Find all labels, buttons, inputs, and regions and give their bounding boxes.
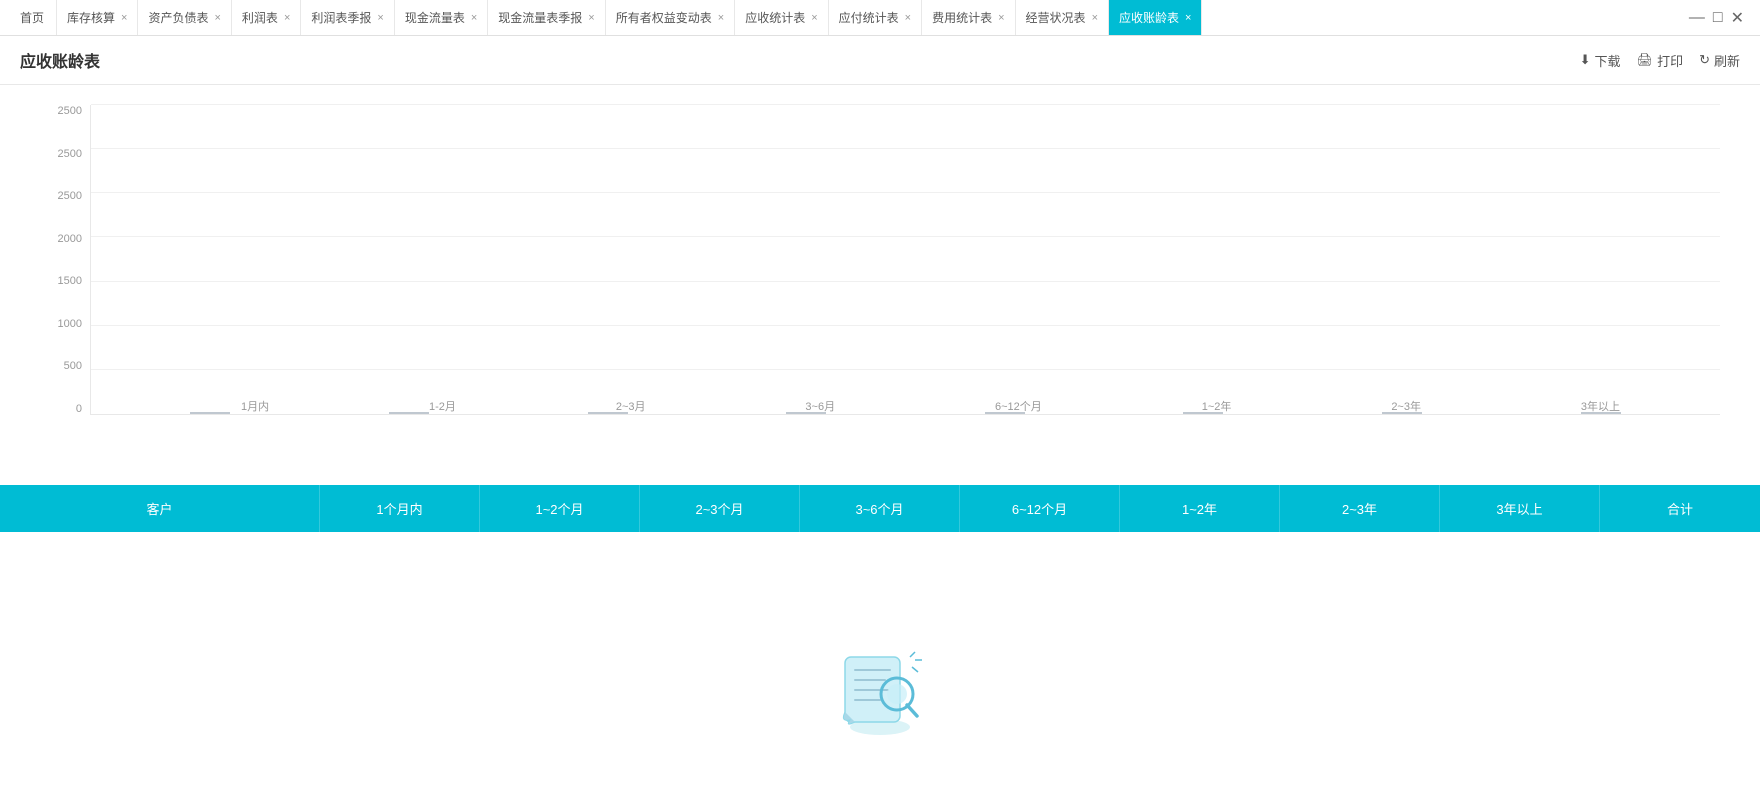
tab-cashflow-quarterly-close[interactable]: × bbox=[588, 12, 594, 24]
empty-state bbox=[0, 532, 1760, 802]
table-header: 客户 1个月内 1~2个月 2~3个月 3~6个月 6~12个月 1~2年 2~… bbox=[0, 485, 1760, 532]
tab-profit-quarterly-close[interactable]: × bbox=[377, 12, 383, 24]
tab-ar-aging-label: 应收账龄表 bbox=[1119, 9, 1179, 26]
window-actions: — □ ✕ bbox=[1689, 8, 1752, 28]
x-label-4: 3~6月 bbox=[805, 398, 835, 414]
tab-equity-label: 所有者权益变动表 bbox=[616, 9, 712, 26]
tab-cashflow-close[interactable]: × bbox=[471, 12, 477, 24]
y-axis: 0 500 1000 1500 2000 2500 2500 2500 bbox=[40, 105, 90, 415]
refresh-icon: ↻ bbox=[1699, 52, 1710, 68]
x-label-6: 1~2年 bbox=[1202, 398, 1232, 414]
x-axis: 1月内 1-2月 2~3月 3~6月 6~12个月 1~2年 2~3年 3年以上 bbox=[141, 398, 1720, 414]
tab-ar-aging-close[interactable]: × bbox=[1185, 12, 1191, 24]
col-2-3year: 2~3年 bbox=[1280, 485, 1440, 532]
col-6-12month: 6~12个月 bbox=[960, 485, 1120, 532]
x-label-2: 1-2月 bbox=[429, 398, 456, 414]
tab-ap-stats-close[interactable]: × bbox=[905, 12, 911, 24]
tab-operations-close[interactable]: × bbox=[1092, 12, 1098, 24]
tab-balance-close[interactable]: × bbox=[214, 12, 220, 24]
chart-container: 0 500 1000 1500 2000 2500 2500 2500 bbox=[40, 105, 1720, 445]
tab-expense-close[interactable]: × bbox=[998, 12, 1004, 24]
tab-expense-label: 费用统计表 bbox=[932, 9, 992, 26]
tab-ar-aging[interactable]: 应收账龄表 × bbox=[1109, 0, 1202, 36]
tab-equity[interactable]: 所有者权益变动表 × bbox=[606, 0, 735, 36]
tab-operations-label: 经营状况表 bbox=[1026, 9, 1086, 26]
tab-ar-stats-close[interactable]: × bbox=[811, 12, 817, 24]
col-3year-plus: 3年以上 bbox=[1440, 485, 1600, 532]
y-label-500: 500 bbox=[64, 360, 82, 372]
chart-plot: 1月内 1-2月 2~3月 3~6月 6~12个月 1~2年 2~3年 3年以上 bbox=[90, 105, 1720, 415]
scroll-icon-area bbox=[825, 592, 935, 762]
tab-operations[interactable]: 经营状况表 × bbox=[1016, 0, 1109, 36]
col-customer: 客户 bbox=[0, 485, 320, 532]
download-button[interactable]: ⬇ 下载 bbox=[1580, 51, 1621, 70]
col-1-2month: 1~2个月 bbox=[480, 485, 640, 532]
download-label: 下载 bbox=[1595, 51, 1621, 70]
tab-cashflow-label: 现金流量表 bbox=[405, 9, 465, 26]
tab-profit-quarterly[interactable]: 利润表季报 × bbox=[301, 0, 394, 36]
refresh-button[interactable]: ↻ 刷新 bbox=[1699, 51, 1740, 70]
window-minimize-button[interactable]: — bbox=[1689, 9, 1705, 27]
x-label-5: 6~12个月 bbox=[995, 398, 1042, 414]
tab-ar-stats-label: 应收统计表 bbox=[745, 9, 805, 26]
print-label: 打印 bbox=[1657, 51, 1683, 70]
tab-profit[interactable]: 利润表 × bbox=[232, 0, 301, 36]
main-content: 0 500 1000 1500 2000 2500 2500 2500 bbox=[0, 85, 1760, 802]
tab-profit-close[interactable]: × bbox=[284, 12, 290, 24]
col-2-3month: 2~3个月 bbox=[640, 485, 800, 532]
y-label-0: 0 bbox=[76, 403, 82, 415]
col-3-6month: 3~6个月 bbox=[800, 485, 960, 532]
print-icon: 🖨 bbox=[1637, 52, 1654, 68]
y-label-2000: 2000 bbox=[58, 233, 82, 245]
col-1-2year: 1~2年 bbox=[1120, 485, 1280, 532]
tab-expense[interactable]: 费用统计表 × bbox=[922, 0, 1015, 36]
y-label-1000: 1000 bbox=[58, 318, 82, 330]
tab-bar: 首页 库存核算 × 资产负债表 × 利润表 × 利润表季报 × 现金流量表 × … bbox=[0, 0, 1760, 36]
tab-inventory[interactable]: 库存核算 × bbox=[57, 0, 138, 36]
tab-ap-stats-label: 应付统计表 bbox=[839, 9, 899, 26]
col-1month: 1个月内 bbox=[320, 485, 480, 532]
page-title: 应收账龄表 bbox=[20, 48, 100, 72]
print-button[interactable]: 🖨 打印 bbox=[1637, 51, 1684, 70]
window-maximize-button[interactable]: □ bbox=[1713, 9, 1723, 27]
download-icon: ⬇ bbox=[1580, 52, 1591, 68]
tab-ar-stats[interactable]: 应收统计表 × bbox=[735, 0, 828, 36]
y-label-2500a: 2500 bbox=[58, 190, 82, 202]
tab-cashflow[interactable]: 现金流量表 × bbox=[395, 0, 488, 36]
x-label-1: 1月内 bbox=[241, 398, 269, 414]
refresh-label: 刷新 bbox=[1714, 51, 1740, 70]
window-close-button[interactable]: ✕ bbox=[1731, 8, 1744, 28]
tab-profit-label: 利润表 bbox=[242, 9, 278, 26]
bars-container bbox=[91, 105, 1720, 414]
tab-profit-quarterly-label: 利润表季报 bbox=[311, 9, 371, 26]
chart-area: 0 500 1000 1500 2000 2500 2500 2500 bbox=[0, 85, 1760, 485]
tab-inventory-close[interactable]: × bbox=[121, 12, 127, 24]
y-label-2500c: 2500 bbox=[58, 105, 82, 117]
tab-cashflow-quarterly-label: 现金流量表季报 bbox=[498, 9, 582, 26]
tab-equity-close[interactable]: × bbox=[718, 12, 724, 24]
y-label-2500b: 2500 bbox=[58, 148, 82, 160]
tab-balance[interactable]: 资产负债表 × bbox=[138, 0, 231, 36]
tab-home[interactable]: 首页 bbox=[8, 0, 57, 36]
y-label-1500: 1500 bbox=[58, 275, 82, 287]
empty-illustration bbox=[825, 632, 935, 742]
x-label-7: 2~3年 bbox=[1391, 398, 1421, 414]
x-label-8: 3年以上 bbox=[1581, 398, 1620, 414]
header-actions: ⬇ 下载 🖨 打印 ↻ 刷新 bbox=[1580, 51, 1740, 70]
tab-ap-stats[interactable]: 应付统计表 × bbox=[829, 0, 922, 36]
tab-cashflow-quarterly[interactable]: 现金流量表季报 × bbox=[488, 0, 605, 36]
tab-balance-label: 资产负债表 bbox=[148, 9, 208, 26]
tab-home-label: 首页 bbox=[20, 9, 44, 26]
page-header: 应收账龄表 ⬇ 下载 🖨 打印 ↻ 刷新 bbox=[0, 36, 1760, 85]
tab-inventory-label: 库存核算 bbox=[67, 9, 115, 26]
col-total: 合计 bbox=[1600, 485, 1760, 532]
x-label-3: 2~3月 bbox=[616, 398, 646, 414]
